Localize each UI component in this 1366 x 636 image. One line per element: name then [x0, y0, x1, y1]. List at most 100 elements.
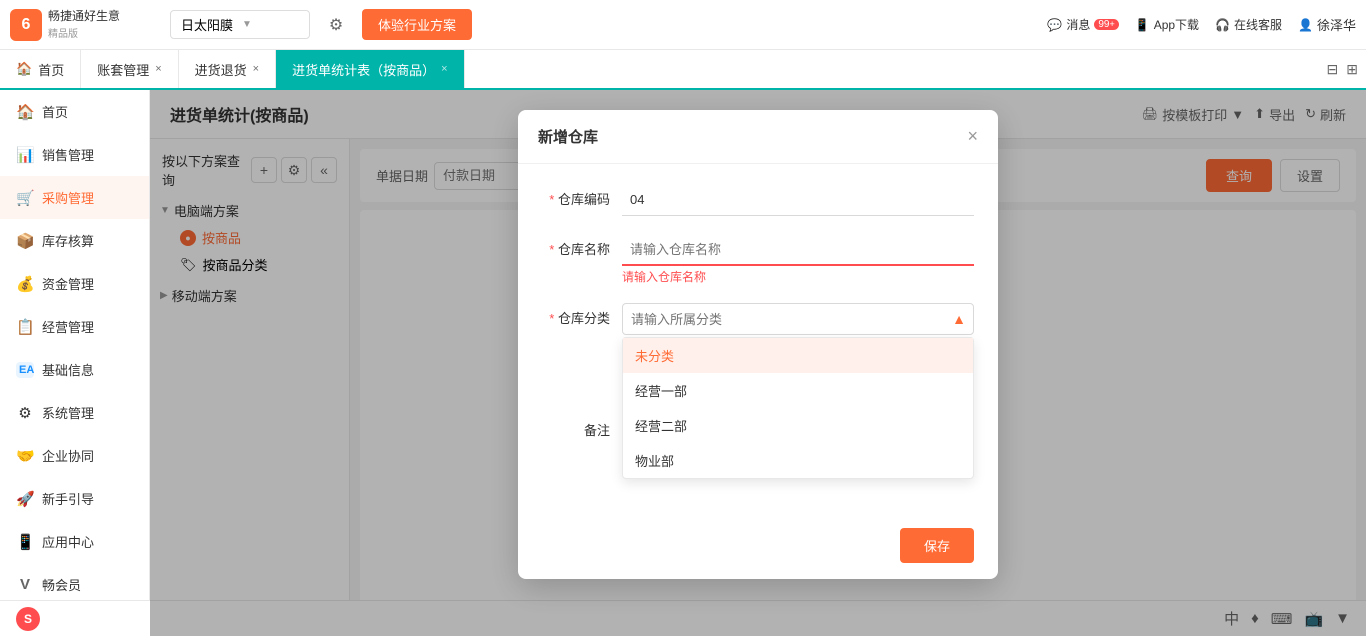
top-bar: 6 畅捷通好生意 精品版 日太阳膜 ▼ ⚙ 体验行业方案 💬 消息 99+ 📱 …: [0, 0, 1366, 50]
guide-icon: 🚀: [16, 490, 34, 508]
modal-overlay: 新增仓库 × * 仓库编码: [150, 90, 1366, 636]
logo-sub: 精品版: [48, 25, 120, 40]
main-layout: 🏠 首页 📊 销售管理 🛒 采购管理 📦 库存核算 💰 资金管理 📋 经营管理 …: [0, 90, 1366, 636]
sidebar-item-basic[interactable]: EA 基础信息: [0, 348, 149, 391]
tab-returns-close[interactable]: ×: [253, 63, 259, 75]
sidebar-item-guide[interactable]: 🚀 新手引导: [0, 477, 149, 520]
tab-stats-label: 进货单统计表（按商品）: [292, 60, 435, 79]
tab-accounts-close[interactable]: ×: [155, 63, 161, 75]
message-icon: 💬: [1047, 18, 1062, 32]
sidebar-item-system[interactable]: ⚙ 系统管理: [0, 391, 149, 434]
user-name: 徐泽华: [1317, 15, 1356, 34]
warehouse-name-error: 请输入仓库名称: [622, 268, 974, 285]
tab-minimize-icon[interactable]: ⊟: [1327, 61, 1339, 78]
sidebar-item-operations[interactable]: 📋 经营管理: [0, 305, 149, 348]
sidebar-item-home-label: 首页: [42, 102, 68, 121]
tab-expand-icon[interactable]: ⊞: [1346, 61, 1358, 78]
category-option-dept1[interactable]: 经营一部: [623, 373, 973, 408]
logo-icon: 6: [10, 9, 42, 41]
service-item[interactable]: 🎧 在线客服: [1215, 16, 1282, 33]
sidebar-item-system-label: 系统管理: [42, 403, 94, 422]
tab-home-label: 首页: [38, 60, 64, 79]
logo-text: 畅捷通好生意: [48, 9, 120, 25]
app-download-item[interactable]: 📱 App下载: [1135, 16, 1199, 33]
warehouse-name-field: 请输入仓库名称: [622, 234, 974, 285]
member-icon: V: [16, 576, 34, 593]
sidebar-item-inventory[interactable]: 📦 库存核算: [0, 219, 149, 262]
sidebar-item-collab[interactable]: 🤝 企业协同: [0, 434, 149, 477]
sidebar-item-appstore[interactable]: 📱 应用中心: [0, 520, 149, 563]
dialog-title: 新增仓库: [538, 126, 598, 147]
sidebar-item-collab-label: 企业协同: [42, 446, 94, 465]
category-option-unclassified[interactable]: 未分类: [623, 338, 973, 373]
notification-badge: 99+: [1094, 19, 1118, 30]
phone-icon: 📱: [1135, 18, 1150, 32]
sidebar-item-purchase[interactable]: 🛒 采购管理: [0, 176, 149, 219]
tab-bar: 🏠 首页 账套管理 × 进货退货 × 进货单统计表（按商品） × ⊟ ⊞: [0, 50, 1366, 90]
user-avatar: 👤: [1298, 18, 1313, 32]
warehouse-name-input[interactable]: [622, 234, 974, 266]
sidebar-item-operations-label: 经营管理: [42, 317, 94, 336]
home-nav-icon: 🏠: [16, 103, 34, 121]
ea-icon: EA: [16, 362, 34, 378]
settings-gear-icon[interactable]: ⚙: [320, 9, 352, 41]
sidebar-item-sales[interactable]: 📊 销售管理: [0, 133, 149, 176]
warehouse-notes-label: 备注: [542, 415, 622, 447]
category-dropdown: 未分类 经营一部 经营二部 物业部: [622, 337, 974, 479]
finance-icon: 💰: [16, 275, 34, 293]
warehouse-name-row: * 仓库名称 请输入仓库名称: [542, 234, 974, 285]
warehouse-code-label: * 仓库编码: [542, 184, 622, 216]
new-warehouse-dialog: 新增仓库 × * 仓库编码: [518, 110, 998, 579]
sidebar-item-finance-label: 资金管理: [42, 274, 94, 293]
bottom-logo: S: [16, 607, 40, 631]
tab-accounts-label: 账套管理: [97, 60, 149, 79]
category-toggle-button[interactable]: ▲: [952, 311, 966, 327]
sidebar-item-finance[interactable]: 💰 资金管理: [0, 262, 149, 305]
warehouse-code-row: * 仓库编码: [542, 184, 974, 216]
sidebar-item-inventory-label: 库存核算: [42, 231, 94, 250]
tab-accounts[interactable]: 账套管理 ×: [81, 50, 178, 88]
home-icon: 🏠: [16, 61, 32, 77]
sidebar-item-purchase-label: 采购管理: [42, 188, 94, 207]
store-dropdown-arrow: ▼: [242, 19, 299, 30]
logo-area: 6 畅捷通好生意 精品版: [10, 9, 160, 41]
category-option-property[interactable]: 物业部: [623, 443, 973, 478]
inventory-icon: 📦: [16, 232, 34, 250]
warehouse-name-label: * 仓库名称: [542, 234, 622, 266]
purchase-icon: 🛒: [16, 189, 34, 207]
store-selector[interactable]: 日太阳膜 ▼: [170, 10, 310, 39]
tab-stats[interactable]: 进货单统计表（按商品） ×: [276, 50, 464, 88]
dialog-body: * 仓库编码 * 仓库名称: [518, 164, 998, 516]
dialog-footer: 保存: [518, 516, 998, 579]
dialog-close-button[interactable]: ×: [967, 126, 978, 147]
operations-icon: 📋: [16, 318, 34, 336]
warehouse-category-input[interactable]: [622, 303, 974, 335]
tab-home[interactable]: 🏠 首页: [0, 50, 81, 88]
sidebar-item-home[interactable]: 🏠 首页: [0, 90, 149, 133]
sales-icon: 📊: [16, 146, 34, 164]
tab-returns-label: 进货退货: [195, 60, 247, 79]
tab-stats-close[interactable]: ×: [441, 63, 447, 75]
sidebar: 🏠 首页 📊 销售管理 🛒 采购管理 📦 库存核算 💰 资金管理 📋 经营管理 …: [0, 90, 150, 636]
tab-returns[interactable]: 进货退货 ×: [179, 50, 276, 88]
sidebar-item-appstore-label: 应用中心: [42, 532, 94, 551]
warehouse-category-row: * 仓库分类 ▲ 未分类 经营一部 经: [542, 303, 974, 335]
store-name: 日太阳膜: [181, 15, 238, 34]
appstore-icon: 📱: [16, 533, 34, 551]
experience-button[interactable]: 体验行业方案: [362, 9, 472, 40]
notification-label: 消息: [1066, 16, 1090, 33]
sidebar-item-basic-label: 基础信息: [42, 360, 94, 379]
dialog-header: 新增仓库 ×: [518, 110, 998, 164]
warehouse-category-field: ▲ 未分类 经营一部 经营二部 物业部: [622, 303, 974, 335]
warehouse-code-input[interactable]: [622, 184, 974, 216]
category-option-dept2[interactable]: 经营二部: [623, 408, 973, 443]
notification-item[interactable]: 💬 消息 99+: [1047, 16, 1118, 33]
top-right-area: 💬 消息 99+ 📱 App下载 🎧 在线客服 👤 徐泽华: [1047, 15, 1356, 34]
content-area: 进货单统计(按商品) 🖨 按模板打印 ▼ ⬆ 导出 ↻ 刷新: [150, 90, 1366, 636]
user-item[interactable]: 👤 徐泽华: [1298, 15, 1356, 34]
sidebar-item-sales-label: 销售管理: [42, 145, 94, 164]
save-button[interactable]: 保存: [900, 528, 974, 563]
warehouse-code-field: [622, 184, 974, 216]
tab-bar-actions: ⊟ ⊞: [1319, 61, 1366, 78]
system-icon: ⚙: [16, 404, 34, 422]
